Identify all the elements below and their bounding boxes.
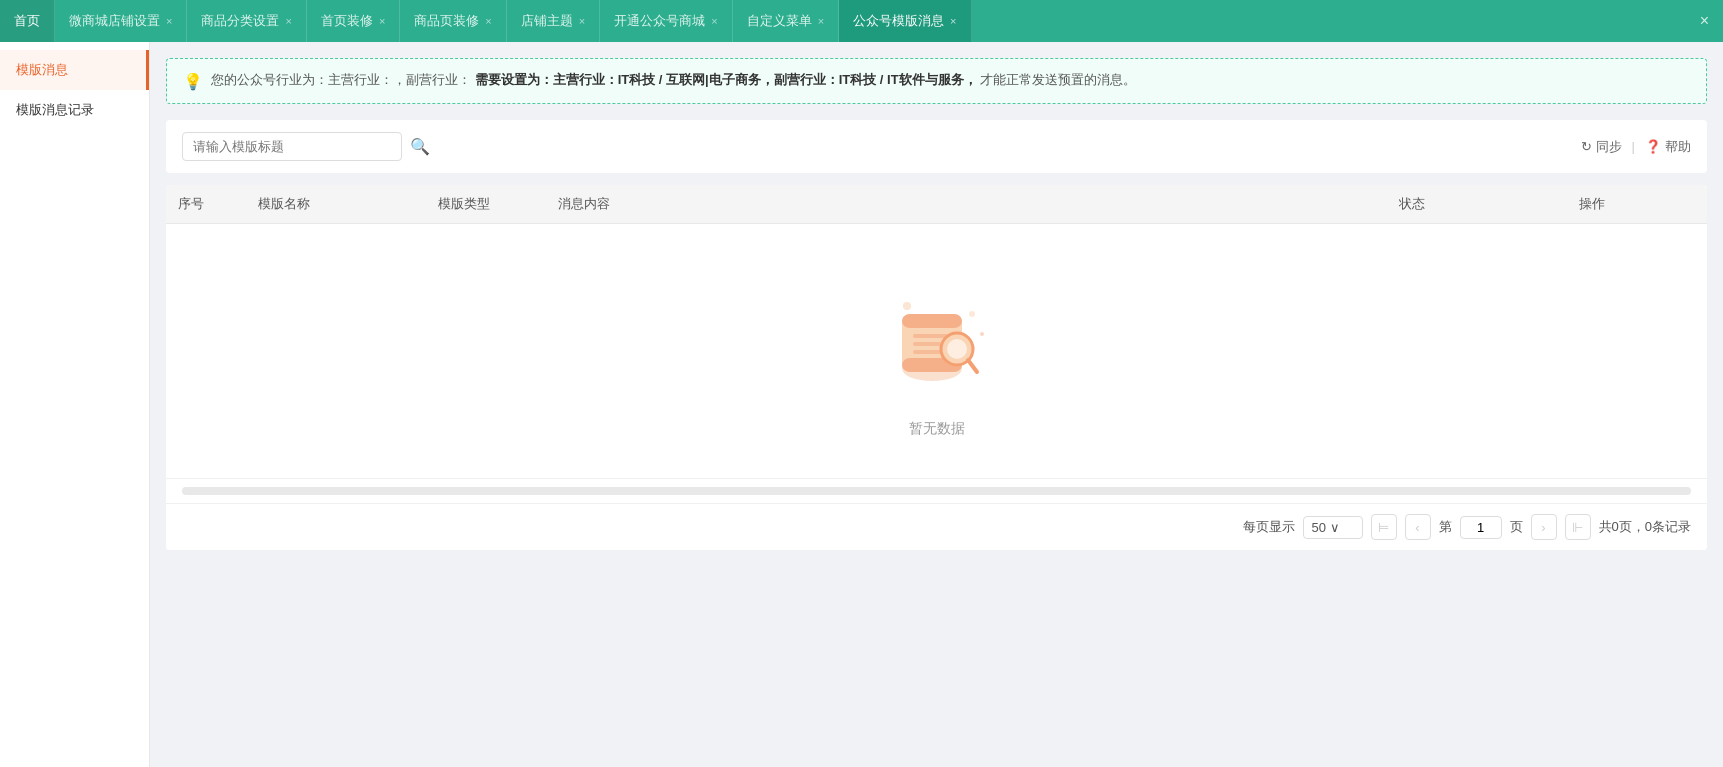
nav-tab-home-label: 首页 (14, 12, 40, 30)
nav-tab-theme-label: 店铺主题 (521, 12, 573, 30)
sidebar: 模版消息 模版消息记录 (0, 42, 150, 767)
nav-tab-theme-close[interactable]: × (579, 15, 585, 27)
nav-tab-category[interactable]: 商品分类设置 × (187, 0, 306, 42)
nav-tab-product-decor-close[interactable]: × (485, 15, 491, 27)
col-header-name: 模版名称 (246, 185, 426, 223)
help-button[interactable]: ❓ 帮助 (1645, 138, 1691, 156)
content-area: 💡 您的公众号行业为：主营行业：，副营行业： 需要设置为：主营行业：IT科技 /… (150, 42, 1723, 767)
notice-text: 您的公众号行业为：主营行业：，副营行业： 需要设置为：主营行业：IT科技 / 互… (211, 71, 1136, 89)
divider: | (1632, 139, 1635, 154)
nav-tab-mall-close[interactable]: × (711, 15, 717, 27)
help-label: 帮助 (1665, 138, 1691, 156)
sync-button[interactable]: ↻ 同步 (1581, 138, 1622, 156)
nav-tab-homepage-close[interactable]: × (379, 15, 385, 27)
notice-text-highlight: 需要设置为：主营行业：IT科技 / 互联网|电子商务，副营行业：IT科技 / I… (475, 72, 977, 87)
next-page-button[interactable]: › (1531, 514, 1557, 540)
sidebar-item-template-msg-record[interactable]: 模版消息记录 (0, 90, 149, 130)
page-number-input[interactable] (1460, 516, 1502, 539)
sidebar-item-template-msg-label: 模版消息 (16, 62, 68, 77)
svg-point-12 (980, 332, 984, 336)
nav-close-all-button[interactable]: × (1686, 12, 1723, 30)
svg-point-10 (903, 302, 911, 310)
search-right: ↻ 同步 | ❓ 帮助 (1581, 138, 1691, 156)
nav-tab-weishangcheng-label: 微商城店铺设置 (69, 12, 160, 30)
help-icon: ❓ (1645, 139, 1661, 154)
nav-tab-mall[interactable]: 开通公众号商城 × (600, 0, 732, 42)
sidebar-item-template-msg-record-label: 模版消息记录 (16, 102, 94, 117)
col-header-content: 消息内容 (546, 185, 1387, 223)
bulb-icon: 💡 (183, 72, 203, 91)
svg-rect-5 (913, 342, 941, 346)
chevron-down-icon: ∨ (1330, 520, 1340, 535)
total-text: 共0页，0条记录 (1599, 518, 1691, 536)
col-header-action: 操作 (1567, 185, 1707, 223)
col-header-status: 状态 (1387, 185, 1567, 223)
empty-text: 暂无数据 (909, 420, 965, 438)
svg-point-11 (969, 311, 975, 317)
nav-tab-template-msg[interactable]: 公众号模版消息 × (839, 0, 971, 42)
svg-rect-4 (913, 334, 948, 338)
per-page-value: 50 (1312, 520, 1326, 535)
col-header-index: 序号 (166, 185, 246, 223)
nav-tab-category-close[interactable]: × (285, 15, 291, 27)
empty-icon (877, 284, 997, 404)
first-page-button[interactable]: ⊨ (1371, 514, 1397, 540)
top-nav: 首页 微商城店铺设置 × 商品分类设置 × 首页装修 × 商品页装修 × 店铺主… (0, 0, 1723, 42)
nav-tab-homepage-label: 首页装修 (321, 12, 373, 30)
nav-tab-weishangcheng-close[interactable]: × (166, 15, 172, 27)
notice-text-suffix: 才能正常发送预置的消息。 (980, 72, 1136, 87)
notice-text-prefix: 您的公众号行业为：主营行业：，副营行业： (211, 72, 471, 87)
table-wrap: 序号 模版名称 模版类型 消息内容 状态 操作 (166, 185, 1707, 550)
nav-tab-product-decor-label: 商品页装修 (414, 12, 479, 30)
svg-rect-2 (902, 314, 962, 328)
nav-tab-menu-close[interactable]: × (818, 15, 824, 27)
sync-icon: ↻ (1581, 139, 1592, 154)
per-page-label: 每页显示 (1243, 518, 1295, 536)
sync-label: 同步 (1596, 138, 1622, 156)
search-input[interactable] (182, 132, 402, 161)
per-page-select[interactable]: 50 ∨ (1303, 516, 1363, 539)
page-label-suffix: 页 (1510, 518, 1523, 536)
fake-scrollbar[interactable] (182, 487, 1691, 495)
page-label-prefix: 第 (1439, 518, 1452, 536)
nav-tab-home[interactable]: 首页 (0, 0, 55, 42)
sidebar-item-template-msg[interactable]: 模版消息 (0, 50, 149, 90)
empty-state: 暂无数据 (166, 224, 1707, 478)
scroll-bar-area (166, 478, 1707, 503)
last-page-button[interactable]: ⊩ (1565, 514, 1591, 540)
svg-point-8 (947, 339, 967, 359)
nav-tab-theme[interactable]: 店铺主题 × (507, 0, 600, 42)
nav-tab-template-msg-label: 公众号模版消息 (853, 12, 944, 30)
nav-tab-category-label: 商品分类设置 (201, 12, 279, 30)
nav-tab-homepage[interactable]: 首页装修 × (307, 0, 400, 42)
nav-tab-mall-label: 开通公众号商城 (614, 12, 705, 30)
pagination: 每页显示 50 ∨ ⊨ ‹ 第 页 › ⊩ 共0页，0条记录 (166, 503, 1707, 550)
table-header: 序号 模版名称 模版类型 消息内容 状态 操作 (166, 185, 1707, 224)
prev-page-button[interactable]: ‹ (1405, 514, 1431, 540)
nav-tab-template-msg-close[interactable]: × (950, 15, 956, 27)
search-bar: 🔍 ↻ 同步 | ❓ 帮助 (166, 120, 1707, 173)
notice-banner: 💡 您的公众号行业为：主营行业：，副营行业： 需要设置为：主营行业：IT科技 /… (166, 58, 1707, 104)
main-layout: 模版消息 模版消息记录 💡 您的公众号行业为：主营行业：，副营行业： 需要设置为… (0, 42, 1723, 767)
nav-tab-product-decor[interactable]: 商品页装修 × (400, 0, 506, 42)
nav-tab-weishangcheng[interactable]: 微商城店铺设置 × (55, 0, 187, 42)
col-header-type: 模版类型 (426, 185, 546, 223)
search-button[interactable]: 🔍 (410, 137, 430, 156)
search-left: 🔍 (182, 132, 430, 161)
nav-tab-menu-label: 自定义菜单 (747, 12, 812, 30)
svg-line-9 (968, 360, 977, 372)
nav-tab-menu[interactable]: 自定义菜单 × (733, 0, 839, 42)
